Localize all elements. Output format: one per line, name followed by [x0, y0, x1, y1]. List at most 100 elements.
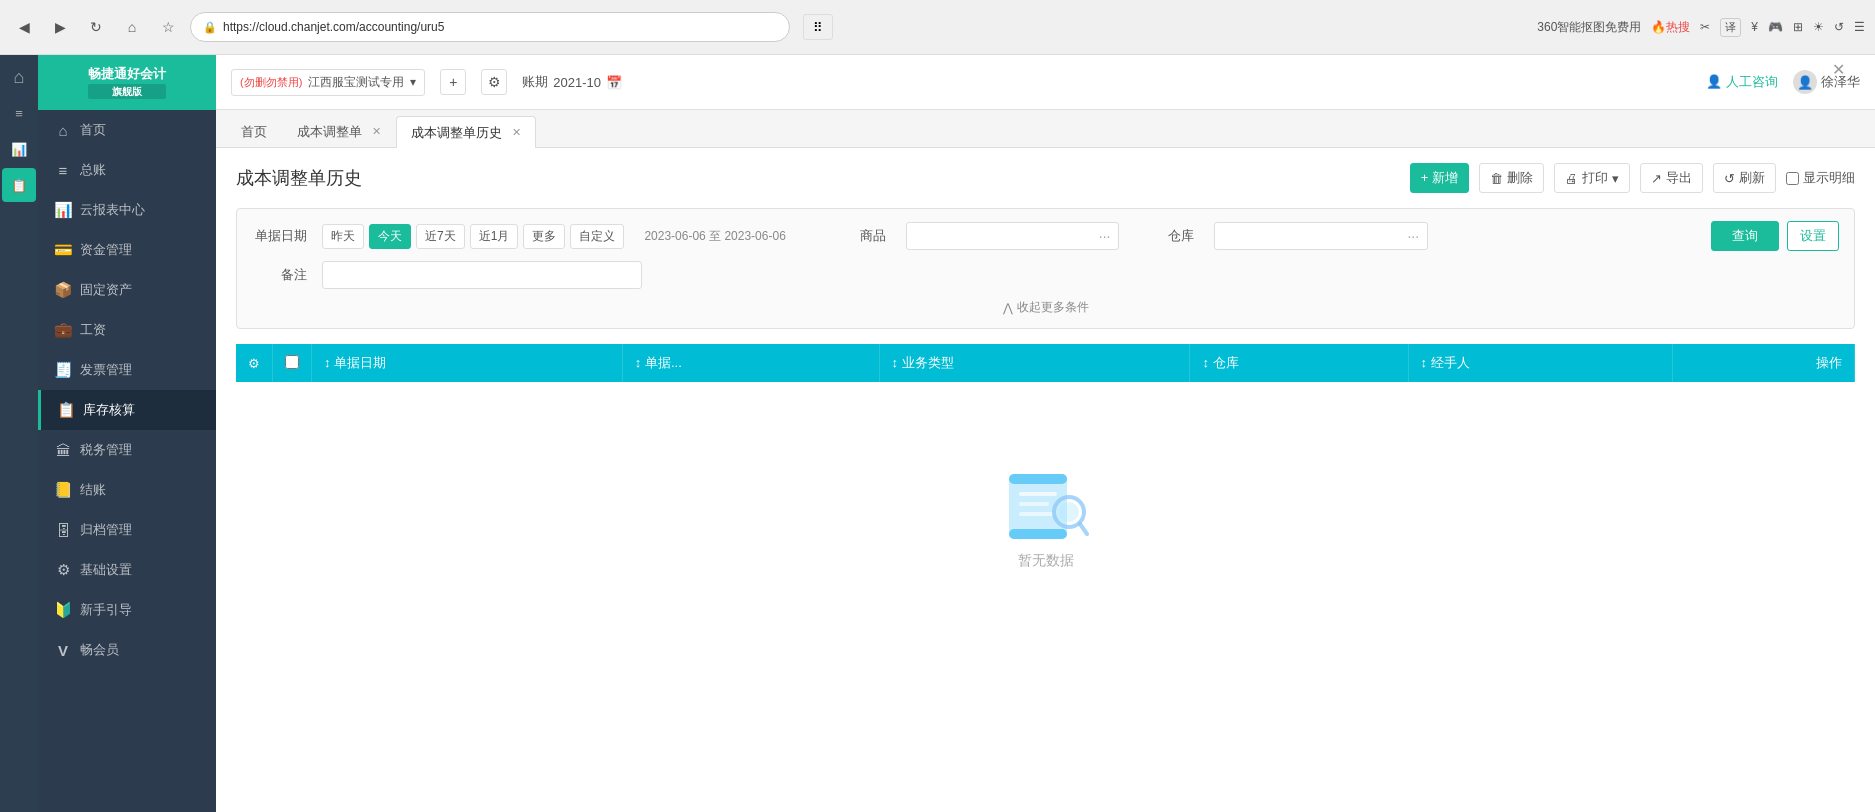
consult-link[interactable]: 👤 人工咨询 — [1706, 73, 1778, 91]
company-settings-button[interactable]: ⚙ — [481, 69, 507, 95]
query-button[interactable]: 查询 — [1711, 221, 1779, 251]
closing-icon: 📒 — [54, 481, 72, 499]
home-button[interactable]: ⌂ — [118, 13, 146, 41]
hot-search-tool[interactable]: 🔥热搜 — [1651, 19, 1690, 36]
sidebar-item-assets[interactable]: 📦 固定资产 — [38, 270, 216, 310]
th-date[interactable]: ↕ 单据日期 — [312, 344, 623, 382]
iconbar-ledger[interactable]: ≡ — [2, 96, 36, 130]
sidebar-item-settings[interactable]: ⚙ 基础设置 — [38, 550, 216, 590]
delete-button[interactable]: 🗑 删除 — [1479, 163, 1544, 193]
show-detail-checkbox-label[interactable]: 显示明细 — [1786, 169, 1855, 187]
select-all-checkbox[interactable] — [285, 355, 299, 369]
company-selector[interactable]: (勿删勿禁用) 江西服宝测试专用 ▾ — [231, 69, 425, 96]
date-btn-month1[interactable]: 近1月 — [470, 224, 519, 249]
th-actions-label: 操作 — [1816, 355, 1842, 370]
sidebar-item-funds[interactable]: 💳 资金管理 — [38, 230, 216, 270]
refresh-button[interactable]: ↻ — [82, 13, 110, 41]
close-all-tabs-button[interactable]: ✕ — [1832, 60, 1845, 79]
user-avatar-icon: 👤 — [1793, 70, 1817, 94]
sidebar-label-funds: 资金管理 — [80, 241, 132, 259]
date-btn-today[interactable]: 今天 — [369, 224, 411, 249]
address-bar[interactable]: 🔒 https://cloud.chanjet.com/accounting/u… — [190, 12, 790, 42]
star-button[interactable]: ☆ — [154, 13, 182, 41]
svg-line-8 — [1080, 524, 1087, 534]
back-button[interactable]: ◀ — [10, 13, 38, 41]
funds-icon: 💳 — [54, 241, 72, 259]
th-biz-type[interactable]: ↕ 业务类型 — [879, 344, 1190, 382]
show-detail-checkbox[interactable] — [1786, 172, 1799, 185]
sidebar-item-home[interactable]: ⌂ 首页 — [38, 110, 216, 150]
tab-cost-adjust[interactable]: 成本调整单 ✕ — [282, 115, 396, 147]
refresh-button[interactable]: ↺ 刷新 — [1713, 163, 1776, 193]
goods-input[interactable] — [915, 223, 1099, 249]
goods-input-container[interactable]: ··· — [906, 222, 1120, 250]
th-number[interactable]: ↕ 单据... — [622, 344, 879, 382]
sidebar-item-invoice[interactable]: 🧾 发票管理 — [38, 350, 216, 390]
menu-tool[interactable]: ☰ — [1854, 20, 1865, 34]
sidebar-item-salary[interactable]: 💼 工资 — [38, 310, 216, 350]
smart-cutout-tool[interactable]: 360智能抠图免费用 — [1537, 19, 1641, 36]
sidebar-item-archive[interactable]: 🗄 归档管理 — [38, 510, 216, 550]
warehouse-input-container[interactable]: ··· — [1214, 222, 1428, 250]
svg-rect-3 — [1019, 492, 1057, 496]
date-btn-custom[interactable]: 自定义 — [570, 224, 624, 249]
new-button[interactable]: + 新增 — [1410, 163, 1469, 193]
translate-tool[interactable]: 译 — [1720, 18, 1741, 37]
wallet-tool[interactable]: ¥ — [1751, 20, 1758, 34]
tab-cost-adjust-history-close[interactable]: ✕ — [512, 126, 521, 139]
refresh-label: 刷新 — [1739, 169, 1765, 187]
tab-cost-adjust-close[interactable]: ✕ — [372, 125, 381, 138]
date-btn-yesterday[interactable]: 昨天 — [322, 224, 364, 249]
sidebar-item-closing[interactable]: 📒 结账 — [38, 470, 216, 510]
th-handler[interactable]: ↕ 经手人 — [1408, 344, 1672, 382]
print-dropdown-icon: ▾ — [1612, 171, 1619, 186]
undo-tool[interactable]: ↺ — [1834, 20, 1844, 34]
forward-button[interactable]: ▶ — [46, 13, 74, 41]
th-warehouse[interactable]: ↕ 仓库 — [1190, 344, 1408, 382]
empty-state: 暂无数据 — [236, 382, 1855, 650]
company-warning: (勿删勿禁用) — [240, 75, 302, 90]
sidebar-item-inventory[interactable]: 📋 库存核算 — [38, 390, 216, 430]
sidebar-item-tax[interactable]: 🏛 税务管理 — [38, 430, 216, 470]
sidebar-item-ledger[interactable]: ≡ 总账 — [38, 150, 216, 190]
reports-icon: 📊 — [54, 201, 72, 219]
add-company-button[interactable]: + — [440, 69, 466, 95]
iconbar-inventory[interactable]: 📋 — [2, 168, 36, 202]
date-btn-more[interactable]: 更多 — [523, 224, 565, 249]
remark-input[interactable] — [322, 261, 642, 289]
game-tool[interactable]: 🎮 — [1768, 20, 1783, 34]
export-button[interactable]: ↗ 导出 — [1640, 163, 1703, 193]
print-button[interactable]: 🖨 打印 ▾ — [1554, 163, 1630, 193]
sidebar-label-tax: 税务管理 — [80, 441, 132, 459]
date-btn-week7[interactable]: 近7天 — [416, 224, 465, 249]
scissors-tool[interactable]: ✂ — [1700, 20, 1710, 34]
iconbar-home[interactable]: ⌂ — [2, 60, 36, 94]
sidebar-item-member[interactable]: V 畅会员 — [38, 630, 216, 670]
th-check[interactable] — [273, 344, 312, 382]
calendar-icon[interactable]: 📅 — [606, 75, 622, 90]
empty-svg — [1001, 462, 1091, 552]
filter-area: 单据日期 昨天 今天 近7天 近1月 更多 自定义 2023-06-06 至 2… — [236, 208, 1855, 329]
gear-icon[interactable]: ⚙ — [248, 356, 260, 371]
th-gear[interactable]: ⚙ — [236, 344, 273, 382]
warehouse-input[interactable] — [1223, 223, 1407, 249]
warehouse-ellipsis[interactable]: ··· — [1407, 228, 1419, 244]
page-content: 成本调整单历史 + 新增 🗑 删除 🖨 打印 ▾ ↗ 导出 — [216, 148, 1875, 812]
tab-home[interactable]: 首页 — [226, 115, 282, 147]
tab-cost-adjust-history[interactable]: 成本调整单历史 ✕ — [396, 116, 536, 148]
goods-ellipsis[interactable]: ··· — [1099, 228, 1111, 244]
sidebar-label-home: 首页 — [80, 121, 106, 139]
export-label: 导出 — [1666, 169, 1692, 187]
top-bar: (勿删勿禁用) 江西服宝测试专用 ▾ + ⚙ 账期 2021-10 📅 👤 人工… — [216, 55, 1875, 110]
iconbar-reports[interactable]: 📊 — [2, 132, 36, 166]
sidebar-logo: 畅捷通好会计 旗舰版 — [38, 55, 216, 110]
extensions-button[interactable]: ⠿ — [803, 14, 833, 40]
grid-tool[interactable]: ⊞ — [1793, 20, 1803, 34]
export-icon: ↗ — [1651, 171, 1662, 186]
sidebar-item-guide[interactable]: 🔰 新手引导 — [38, 590, 216, 630]
filter-settings-button[interactable]: 设置 — [1787, 221, 1839, 251]
sidebar-item-reports[interactable]: 📊 云报表中心 — [38, 190, 216, 230]
collapse-button[interactable]: ⋀ 收起更多条件 — [252, 299, 1839, 316]
browser-chrome: ◀ ▶ ↻ ⌂ ☆ 🔒 https://cloud.chanjet.com/ac… — [0, 0, 1875, 55]
theme-tool[interactable]: ☀ — [1813, 20, 1824, 34]
